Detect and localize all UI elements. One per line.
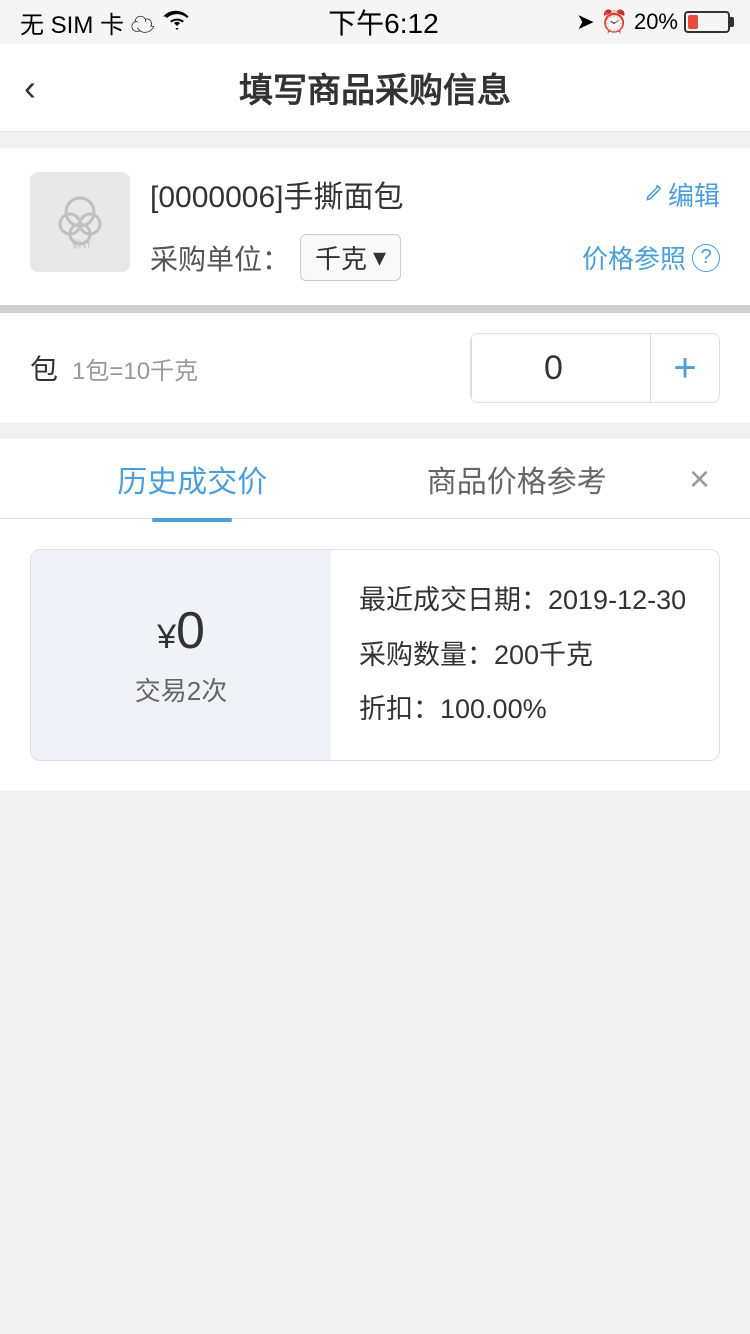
product-thumbnail: 数计	[30, 172, 130, 272]
wifi-icon	[163, 8, 191, 37]
back-button[interactable]: ‹	[24, 67, 36, 109]
tab-content: ¥0 交易2次 最近成交日期：2019-12-30 采购数量：200千克 折扣：…	[0, 519, 750, 791]
unit-label: 采购单位：	[150, 238, 290, 278]
purchase-qty-label: 采购数量：	[359, 640, 494, 670]
currency-symbol: ¥	[157, 618, 176, 656]
price-value: 0	[176, 602, 205, 660]
history-card: ¥0 交易2次 最近成交日期：2019-12-30 采购数量：200千克 折扣：…	[30, 549, 720, 761]
discount-row: 折扣：100.00%	[359, 689, 691, 730]
quantity-row: 包 1包=10千克 +	[0, 313, 750, 423]
product-unit-row: 采购单位： 千克 ▾ 价格参照 ?	[150, 234, 720, 281]
battery-icon	[684, 11, 730, 33]
quantity-hint: 1包=10千克	[72, 351, 198, 386]
svg-text:数计: 数计	[72, 238, 92, 251]
tab-history-price[interactable]: 历史成交价	[30, 437, 354, 521]
battery-percent: 20%	[634, 9, 678, 35]
history-price: ¥0	[157, 601, 205, 661]
help-icon: ?	[692, 244, 720, 272]
trade-count: 交易2次	[135, 671, 227, 708]
product-info: [0000006]手撕面包 编辑 采购单位： 千克 ▾ 价格参照 ?	[150, 172, 720, 281]
page-title: 填写商品采购信息	[239, 63, 511, 112]
tab-reference-label: 商品价格参考	[427, 466, 607, 499]
recent-date-label: 最近成交日期：	[359, 585, 548, 615]
product-card: 数计 [0000006]手撕面包 编辑 采购单位： 千克 ▾	[0, 148, 750, 305]
tab-section: 历史成交价 商品价格参考 × ¥0 交易2次 最近成交日期：2019-12-30…	[0, 439, 750, 791]
increment-button[interactable]: +	[651, 334, 719, 402]
package-label: 包 1包=10千克	[30, 348, 198, 388]
product-header: 数计 [0000006]手撕面包 编辑 采购单位： 千克 ▾	[30, 172, 720, 281]
tab-price-reference[interactable]: 商品价格参考	[354, 437, 678, 521]
quantity-control: +	[470, 333, 720, 403]
history-detail-side: 最近成交日期：2019-12-30 采购数量：200千克 折扣：100.00%	[331, 550, 719, 760]
edit-label: 编辑	[668, 176, 720, 213]
product-name-row: [0000006]手撕面包 编辑	[150, 172, 720, 216]
history-price-side: ¥0 交易2次	[31, 550, 331, 760]
clock: 下午6:12	[328, 2, 439, 42]
edit-button[interactable]: 编辑	[642, 176, 720, 213]
purchase-qty-value: 200千克	[494, 640, 593, 670]
location-icon: ➤	[576, 9, 594, 35]
tab-history-label: 历史成交价	[117, 466, 267, 499]
alarm-icon: ⏰	[601, 9, 628, 35]
status-left: 无 SIM 卡 ☁	[20, 5, 191, 40]
price-ref-label: 价格参照	[582, 239, 686, 276]
discount-label: 折扣：	[359, 694, 440, 724]
tab-close-button[interactable]: ×	[679, 448, 720, 510]
price-reference-button[interactable]: 价格参照 ?	[582, 239, 720, 276]
tab-header: 历史成交价 商品价格参考 ×	[0, 439, 750, 519]
recent-date-row: 最近成交日期：2019-12-30	[359, 580, 691, 621]
status-bar: 无 SIM 卡 ☁ 下午6:12 ➤ ⏰ 20%	[0, 0, 750, 44]
chevron-down-icon: ▾	[373, 242, 386, 273]
scroll-indicator	[0, 305, 750, 313]
sim-status: 无 SIM 卡 ☁	[20, 5, 155, 40]
quantity-input[interactable]	[471, 334, 651, 402]
status-right: ➤ ⏰ 20%	[576, 9, 730, 35]
unit-select[interactable]: 千克 ▾	[300, 234, 401, 281]
discount-value: 100.00%	[440, 694, 547, 724]
recent-date-value: 2019-12-30	[548, 585, 686, 615]
unit-value: 千克	[315, 239, 367, 276]
product-name: [0000006]手撕面包	[150, 172, 403, 216]
nav-bar: ‹ 填写商品采购信息	[0, 44, 750, 132]
purchase-qty-row: 采购数量：200千克	[359, 635, 691, 676]
